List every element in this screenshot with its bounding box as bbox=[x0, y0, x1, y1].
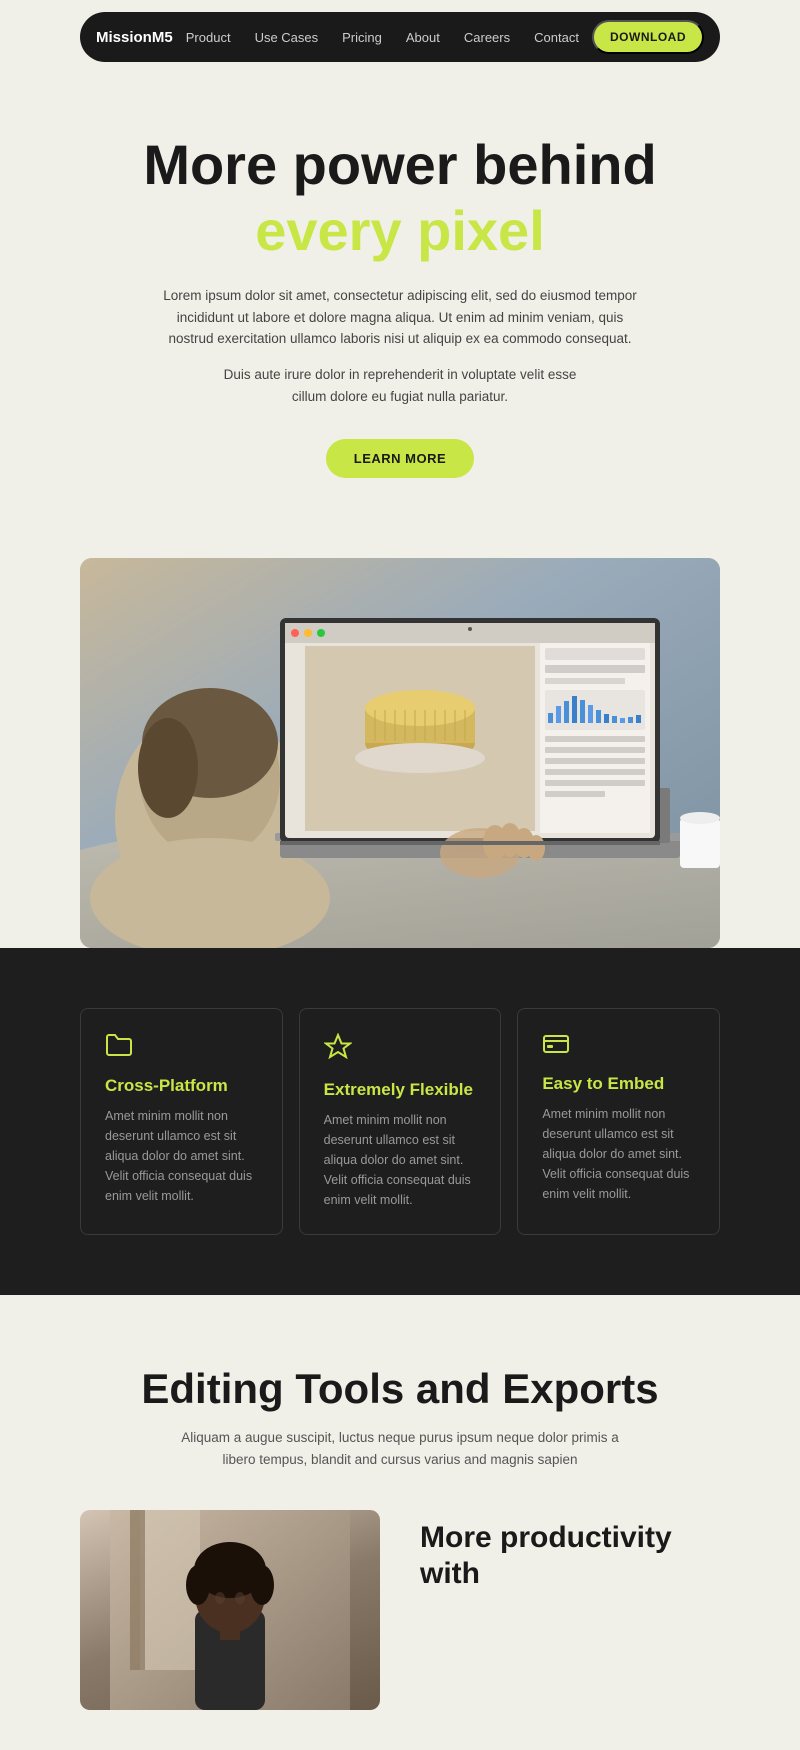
credit-card-icon bbox=[542, 1033, 695, 1062]
editing-person-image bbox=[80, 1510, 380, 1710]
feature-card-cross-platform: Cross-Platform Amet minim mollit non des… bbox=[80, 1008, 283, 1235]
nav-link-use-cases[interactable]: Use Cases bbox=[245, 24, 329, 51]
folder-icon bbox=[105, 1033, 258, 1064]
features-grid: Cross-Platform Amet minim mollit non des… bbox=[80, 1008, 720, 1235]
editing-text-content: More productivity with bbox=[420, 1510, 720, 1592]
feature-title-cross-platform: Cross-Platform bbox=[105, 1076, 258, 1096]
feature-card-flexible: Extremely Flexible Amet minim mollit non… bbox=[299, 1008, 502, 1235]
nav-link-about[interactable]: About bbox=[396, 24, 450, 51]
learn-more-button[interactable]: LEARN MORE bbox=[326, 439, 474, 478]
nav-link-pricing[interactable]: Pricing bbox=[332, 24, 392, 51]
nav-link-product[interactable]: Product bbox=[176, 24, 241, 51]
feature-desc-flexible: Amet minim mollit non deserunt ullamco e… bbox=[324, 1110, 477, 1210]
hero-title-accent: every pixel bbox=[80, 200, 720, 262]
editing-description: Aliquam a augue suscipit, luctus neque p… bbox=[170, 1427, 630, 1470]
star-icon bbox=[324, 1033, 477, 1068]
feature-desc-cross-platform: Amet minim mollit non deserunt ullamco e… bbox=[105, 1106, 258, 1206]
navbar-links: Product Use Cases Pricing About Careers … bbox=[176, 24, 589, 51]
editing-section: Editing Tools and Exports Aliquam a augu… bbox=[0, 1295, 800, 1750]
features-section: Cross-Platform Amet minim mollit non des… bbox=[0, 948, 800, 1295]
editing-content-grid: More productivity with bbox=[80, 1510, 720, 1710]
hero-description-1: Lorem ipsum dolor sit amet, consectetur … bbox=[160, 285, 640, 350]
hero-description-2: Duis aute irure dolor in reprehenderit i… bbox=[210, 364, 590, 407]
editing-person-svg bbox=[110, 1510, 350, 1710]
hero-laptop-illustration bbox=[80, 558, 720, 948]
hero-image bbox=[80, 558, 720, 948]
editing-title: Editing Tools and Exports bbox=[80, 1365, 720, 1413]
feature-title-embed: Easy to Embed bbox=[542, 1074, 695, 1094]
editing-side-title: More productivity with bbox=[420, 1520, 720, 1592]
nav-link-contact[interactable]: Contact bbox=[524, 24, 589, 51]
brand-logo[interactable]: MissionM5 bbox=[96, 29, 173, 46]
hero-section: More power behind every pixel Lorem ipsu… bbox=[0, 74, 800, 558]
feature-card-embed: Easy to Embed Amet minim mollit non dese… bbox=[517, 1008, 720, 1235]
hero-title-line1: More power behind bbox=[80, 134, 720, 196]
feature-title-flexible: Extremely Flexible bbox=[324, 1080, 477, 1100]
feature-desc-embed: Amet minim mollit non deserunt ullamco e… bbox=[542, 1104, 695, 1204]
navbar: MissionM5 Product Use Cases Pricing Abou… bbox=[80, 12, 720, 62]
nav-link-careers[interactable]: Careers bbox=[454, 24, 520, 51]
download-button[interactable]: DOWNLOAD bbox=[592, 20, 704, 54]
editing-image-inner bbox=[80, 1510, 380, 1710]
